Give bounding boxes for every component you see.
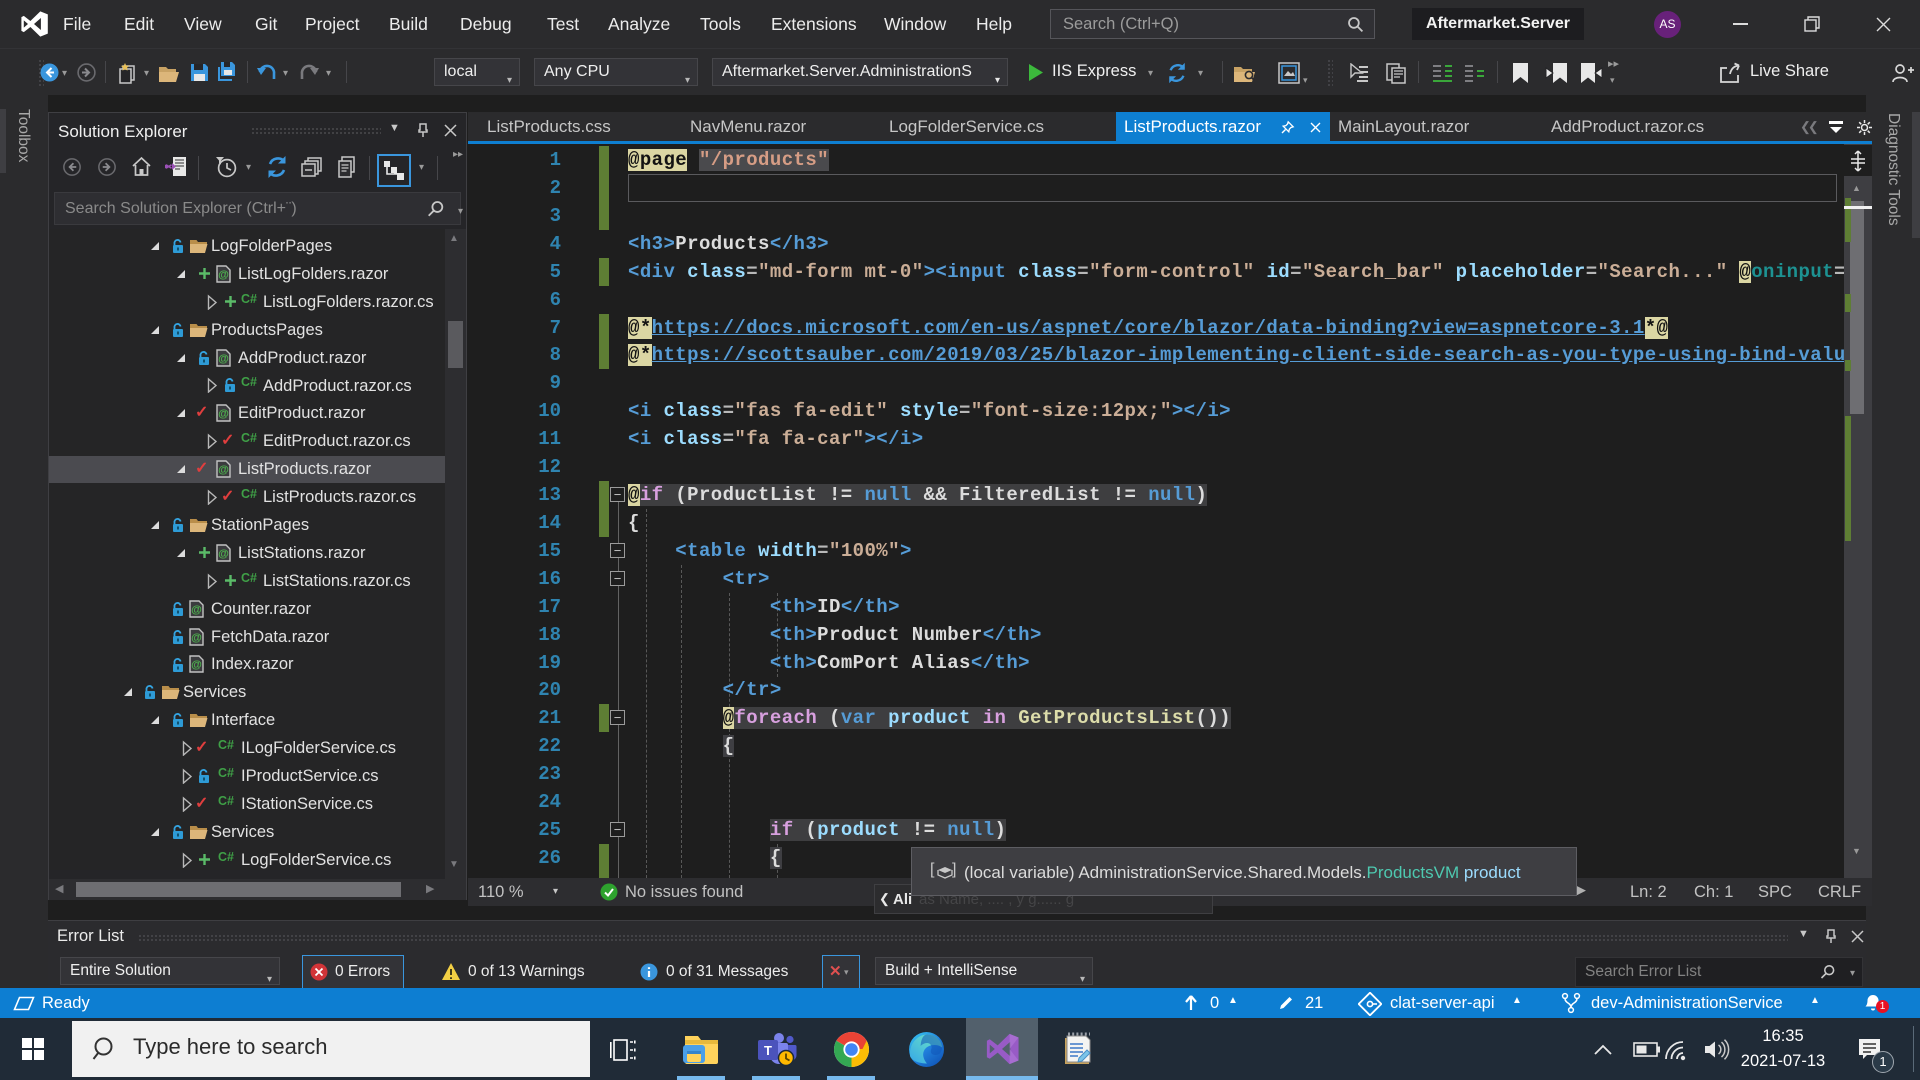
- svg-text:@: @: [191, 604, 202, 616]
- svg-text:@: @: [218, 408, 229, 420]
- svg-text:@: @: [218, 464, 229, 476]
- svg-text:T: T: [764, 1043, 772, 1058]
- svg-text:@: @: [218, 269, 229, 281]
- svg-text:@: @: [218, 353, 229, 365]
- svg-text:@: @: [191, 632, 202, 644]
- svg-text:@: @: [191, 659, 202, 671]
- svg-text:@: @: [218, 548, 229, 560]
